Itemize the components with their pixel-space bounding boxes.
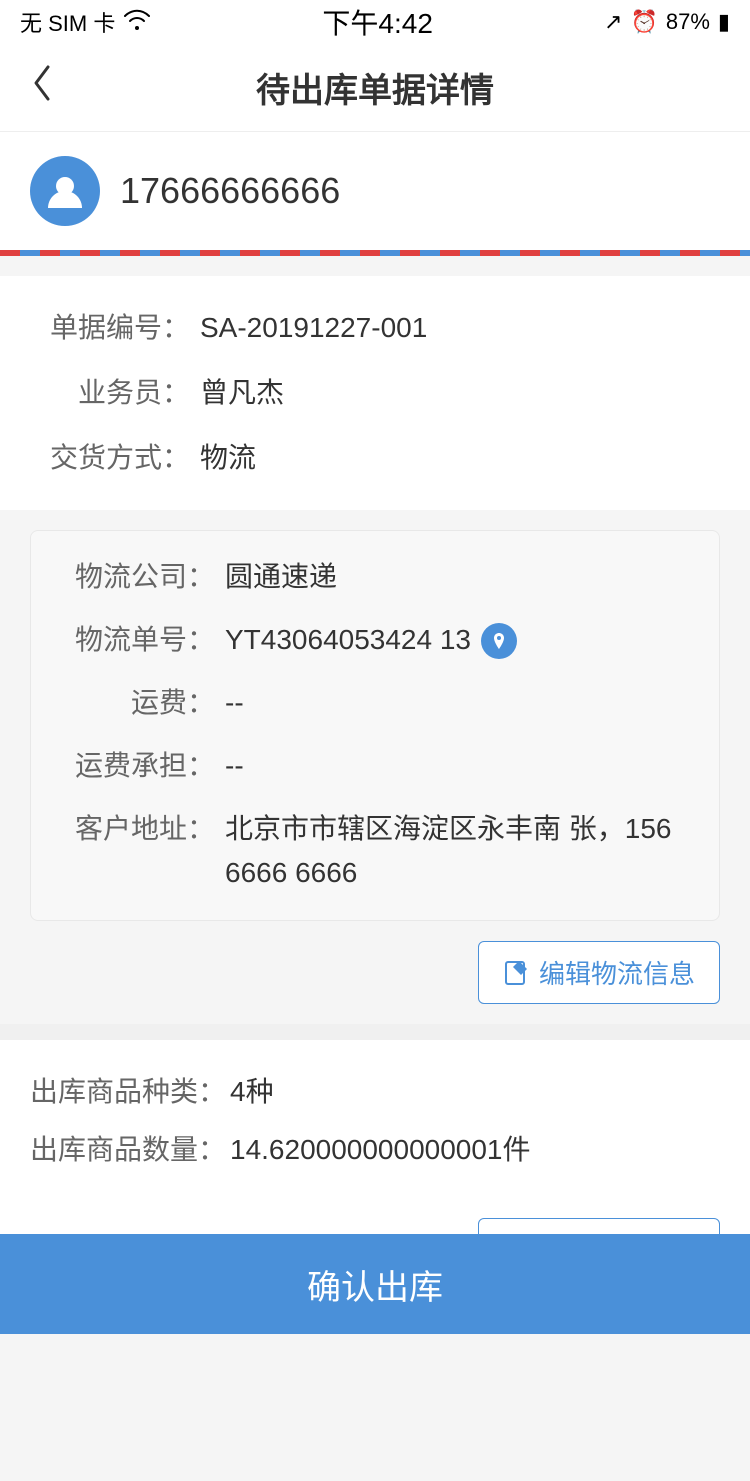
- salesman-row: 业务员： 曾凡杰: [30, 371, 720, 416]
- address-value: 北京市市辖区海淀区永丰南 张，156 6666 6666: [215, 807, 695, 897]
- status-left: 无 SIM 卡: [20, 6, 151, 38]
- quantity-label: 出库商品数量：: [30, 1128, 230, 1168]
- order-no-value: SA-20191227-001: [190, 306, 720, 351]
- back-button[interactable]: [30, 53, 64, 122]
- section-separator: [0, 1024, 750, 1040]
- wifi-icon: [123, 8, 151, 36]
- logistics-company-value: 圆通速递: [215, 555, 695, 600]
- quantity-row: 出库商品数量： 14.620000000000001件: [30, 1128, 720, 1168]
- freight-bear-row: 运费承担： --: [55, 744, 695, 789]
- confirm-button-area[interactable]: 确认出库: [0, 1234, 750, 1334]
- salesman-label: 业务员：: [30, 371, 190, 416]
- freight-bear-value: --: [215, 744, 695, 789]
- logistics-company-label: 物流公司：: [55, 555, 215, 600]
- category-label: 出库商品种类：: [30, 1070, 230, 1110]
- location-status-icon: ↗: [604, 9, 622, 35]
- logistics-tracking-value: YT43064053424 13: [215, 618, 695, 663]
- address-label: 客户地址：: [55, 807, 215, 852]
- freight-label: 运费：: [55, 681, 215, 726]
- logistics-company-row: 物流公司： 圆通速递: [55, 555, 695, 600]
- sim-label: 无 SIM 卡: [20, 6, 115, 38]
- summary-section: 出库商品种类： 4种 出库商品数量： 14.620000000000001件: [0, 1040, 750, 1198]
- status-bar: 无 SIM 卡 下午4:42 ↗ ⏰ 87% ▮: [0, 0, 750, 44]
- quantity-value: 14.620000000000001件: [230, 1128, 531, 1168]
- delivery-row: 交货方式： 物流: [30, 436, 720, 481]
- logistics-tracking-row: 物流单号： YT43064053424 13: [55, 618, 695, 663]
- order-no-row: 单据编号： SA-20191227-001: [30, 306, 720, 351]
- tracking-location-icon[interactable]: [481, 623, 517, 659]
- edit-logistics-button[interactable]: 编辑物流信息: [478, 941, 720, 1004]
- customer-phone: 17666666666: [120, 170, 340, 212]
- edit-icon: [503, 959, 531, 987]
- address-row: 客户地址： 北京市市辖区海淀区永丰南 张，156 6666 6666: [55, 807, 695, 897]
- avatar: [30, 156, 100, 226]
- freight-row: 运费： --: [55, 681, 695, 726]
- logistics-card: 物流公司： 圆通速递 物流单号： YT43064053424 13 运费： --…: [30, 530, 720, 921]
- dashed-divider: [0, 250, 750, 256]
- page-title: 待出库单据详情: [256, 63, 494, 112]
- category-row: 出库商品种类： 4种: [30, 1070, 720, 1110]
- salesman-value: 曾凡杰: [190, 371, 720, 416]
- customer-header: 17666666666: [0, 132, 750, 250]
- freight-bear-label: 运费承担：: [55, 744, 215, 789]
- nav-bar: 待出库单据详情: [0, 44, 750, 132]
- status-right: ↗ ⏰ 87% ▮: [604, 9, 730, 35]
- delivery-value: 物流: [190, 436, 720, 481]
- freight-value: --: [215, 681, 695, 726]
- order-no-label: 单据编号：: [30, 306, 190, 351]
- alarm-icon: ⏰: [630, 9, 657, 35]
- battery-icon: ▮: [718, 9, 730, 35]
- confirm-btn-text: 确认出库: [307, 1260, 443, 1309]
- category-value: 4种: [230, 1070, 274, 1110]
- status-time: 下午4:42: [322, 2, 433, 42]
- delivery-label: 交货方式：: [30, 436, 190, 481]
- order-info-section: 单据编号： SA-20191227-001 业务员： 曾凡杰 交货方式： 物流: [0, 276, 750, 510]
- battery-text: 87%: [666, 9, 710, 35]
- logistics-tracking-label: 物流单号：: [55, 618, 215, 663]
- edit-btn-row: 编辑物流信息: [0, 941, 750, 1024]
